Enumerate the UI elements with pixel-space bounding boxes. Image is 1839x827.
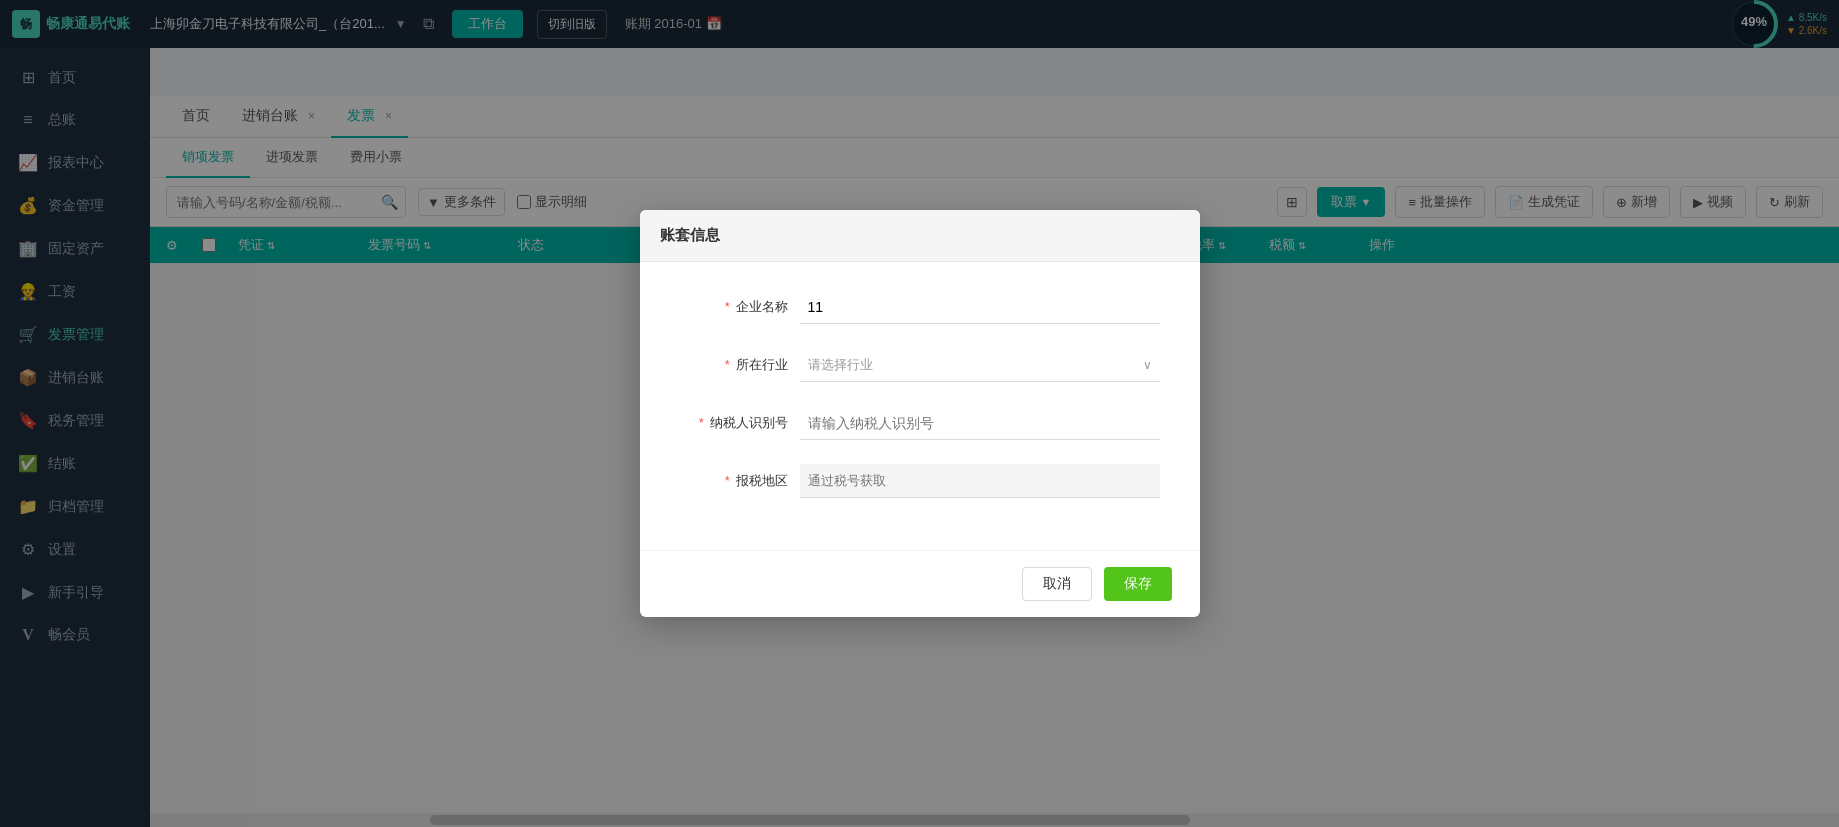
required-star: * [725,299,730,314]
company-name-row: * 企业名称 [680,290,1160,324]
required-star-4: * [725,473,730,488]
tax-id-row: * 纳税人识别号 [680,406,1160,440]
save-button[interactable]: 保存 [1104,567,1172,601]
account-info-dialog: 账套信息 * 企业名称 * 所在行业 [640,210,1200,617]
tax-id-field [800,406,1160,440]
tax-id-input[interactable] [800,406,1160,440]
industry-select[interactable]: 请选择行业 [800,348,1160,382]
required-star-3: * [699,415,704,430]
tax-region-row: * 报税地区 [680,464,1160,498]
cancel-button[interactable]: 取消 [1022,567,1092,601]
industry-label: * 所在行业 [680,356,800,374]
industry-field: 请选择行业 ∨ [800,348,1160,382]
company-name-field [800,290,1160,324]
company-name-input[interactable] [800,290,1160,324]
tax-region-field [800,464,1160,498]
tax-region-label: * 报税地区 [680,472,800,490]
dialog-title: 账套信息 [640,210,1200,262]
industry-row: * 所在行业 请选择行业 ∨ [680,348,1160,382]
dialog-footer: 取消 保存 [640,550,1200,617]
modal-overlay[interactable]: 账套信息 * 企业名称 * 所在行业 [0,0,1839,827]
dialog-body: * 企业名称 * 所在行业 请选择行业 ∨ [640,262,1200,550]
required-star-2: * [725,357,730,372]
tax-id-label: * 纳税人识别号 [680,414,800,432]
tax-region-input [800,464,1160,498]
company-name-label: * 企业名称 [680,298,800,316]
